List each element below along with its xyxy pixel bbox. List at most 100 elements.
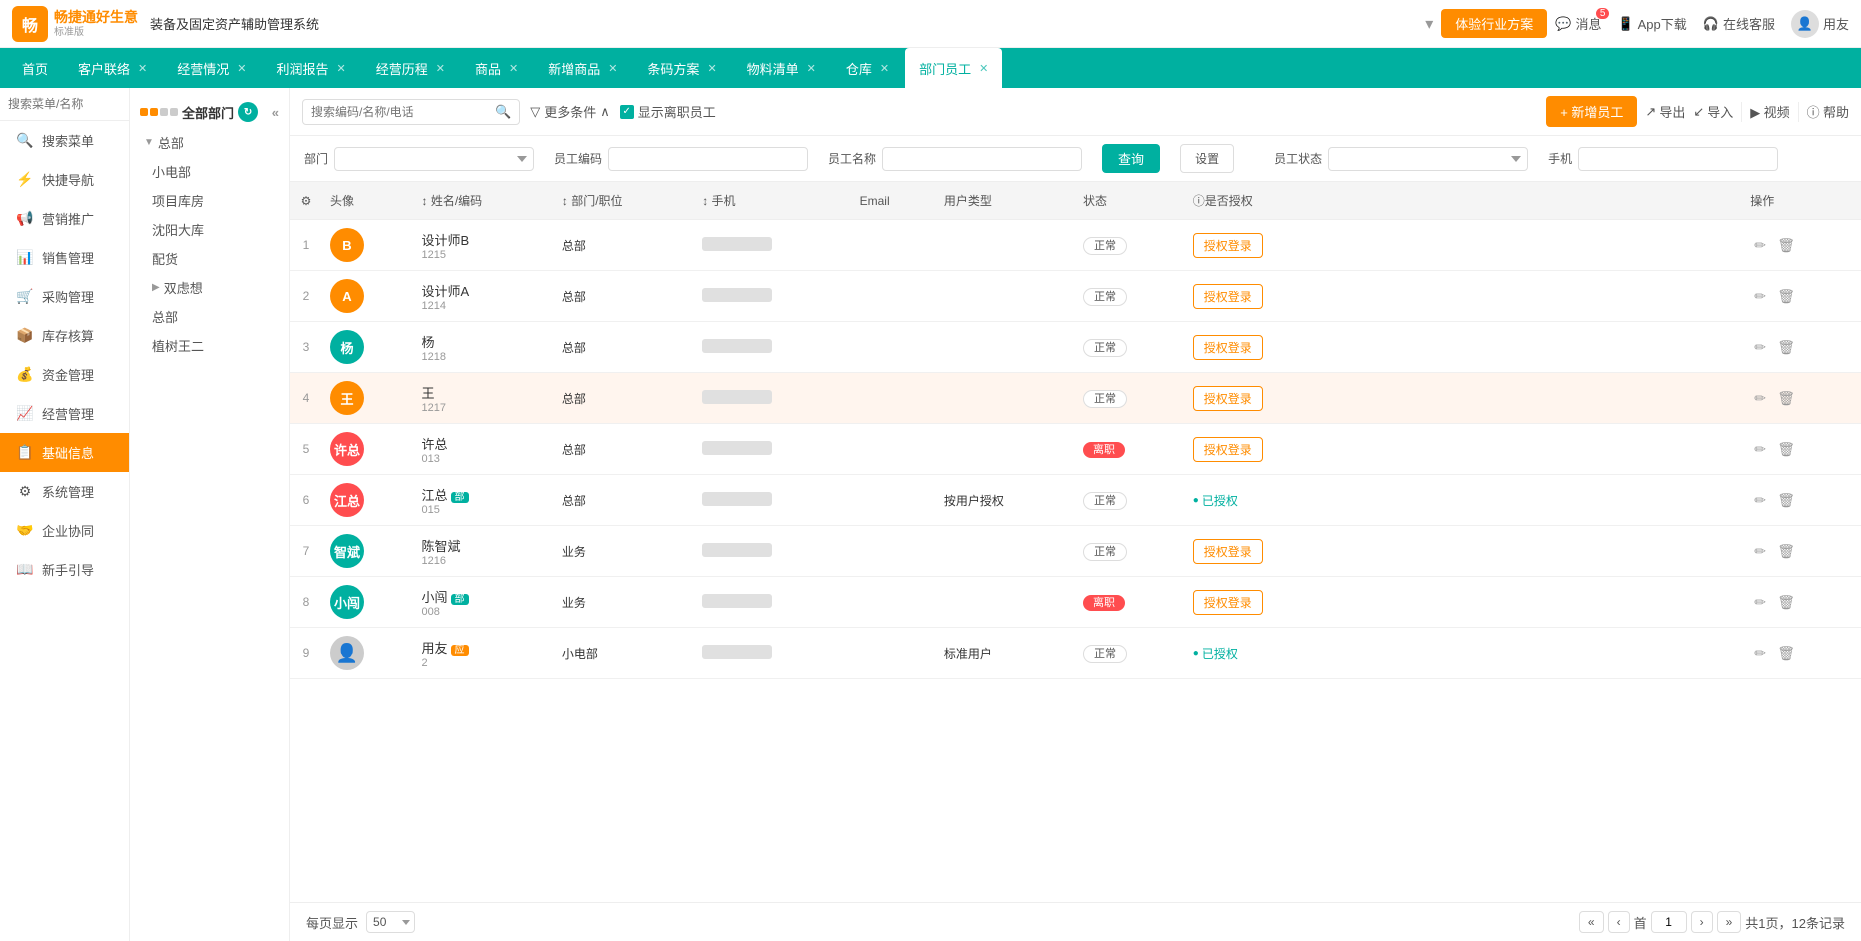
sidebar-item-guide[interactable]: 📖 新手引导 bbox=[0, 550, 129, 589]
close-icon[interactable]: ✕ bbox=[509, 62, 518, 75]
close-icon[interactable]: ✕ bbox=[138, 62, 147, 75]
col-name[interactable]: ↕ 姓名/编码 bbox=[414, 182, 554, 220]
search-input[interactable] bbox=[311, 105, 491, 119]
dept-node-shuangluxiang[interactable]: ▶ 双虑想 bbox=[130, 273, 289, 302]
sidebar-item-basic[interactable]: 📋 基础信息 bbox=[0, 433, 129, 472]
import-button[interactable]: ↙ 导入 bbox=[1693, 102, 1733, 121]
authorize-button[interactable]: 授权登录 bbox=[1193, 539, 1263, 564]
sidebar-item-system[interactable]: ⚙ 系统管理 bbox=[0, 472, 129, 511]
close-icon[interactable]: ✕ bbox=[436, 62, 445, 75]
dept-select[interactable] bbox=[334, 147, 534, 171]
dept-node-zongbu[interactable]: 总部 bbox=[130, 302, 289, 331]
tab-department[interactable]: 部门员工 ✕ bbox=[905, 48, 1002, 88]
sidebar-item-collab[interactable]: 🤝 企业协同 bbox=[0, 511, 129, 550]
tab-new-goods[interactable]: 新增商品 ✕ bbox=[534, 48, 631, 88]
tab-goods[interactable]: 商品 ✕ bbox=[461, 48, 532, 88]
page-size-select[interactable]: 50 100 bbox=[366, 911, 415, 933]
close-icon[interactable]: ✕ bbox=[237, 62, 246, 75]
delete-button[interactable]: 🗑 bbox=[1773, 235, 1799, 256]
dept-node-peihuo[interactable]: 配货 bbox=[130, 244, 289, 273]
prev-page-button[interactable]: ‹ bbox=[1608, 911, 1630, 933]
close-icon[interactable]: ✕ bbox=[608, 62, 617, 75]
edit-button[interactable]: ✏ bbox=[1750, 643, 1770, 664]
dept-node-xiangmukufang[interactable]: 项目库房 bbox=[130, 186, 289, 215]
phone-input[interactable] bbox=[1578, 147, 1778, 171]
dept-refresh-button[interactable]: ↻ bbox=[238, 102, 258, 122]
dept-collapse-button[interactable]: « bbox=[272, 105, 279, 120]
close-icon[interactable]: ✕ bbox=[707, 62, 716, 75]
dept-node-shenyang[interactable]: 沈阳大库 bbox=[130, 215, 289, 244]
tab-home[interactable]: 首页 bbox=[8, 48, 62, 88]
first-page-button[interactable]: « bbox=[1579, 911, 1604, 933]
add-employee-button[interactable]: + 新增员工 bbox=[1546, 96, 1637, 127]
authorize-button[interactable]: 授权登录 bbox=[1193, 386, 1263, 411]
edit-button[interactable]: ✏ bbox=[1750, 592, 1770, 613]
authorize-button[interactable]: 授权登录 bbox=[1193, 233, 1263, 258]
delete-button[interactable]: 🗑 bbox=[1773, 337, 1799, 358]
close-icon[interactable]: ✕ bbox=[880, 62, 889, 75]
delete-button[interactable]: 🗑 bbox=[1773, 439, 1799, 460]
close-icon[interactable]: ✕ bbox=[807, 62, 816, 75]
tab-customer[interactable]: 客户联络 ✕ bbox=[64, 48, 161, 88]
tab-bom[interactable]: 物料清单 ✕ bbox=[733, 48, 830, 88]
delete-button[interactable]: 🗑 bbox=[1773, 388, 1799, 409]
delete-button[interactable]: 🗑 bbox=[1773, 643, 1799, 664]
tab-profit[interactable]: 利润报告 ✕ bbox=[262, 48, 359, 88]
dept-node-zongbu-root[interactable]: ▼ 总部 bbox=[130, 128, 289, 157]
trial-button[interactable]: 体验行业方案 bbox=[1441, 9, 1547, 38]
message-button[interactable]: 💬 消息 5 bbox=[1555, 14, 1601, 33]
page-number-input[interactable] bbox=[1651, 911, 1687, 933]
sidebar-item-search[interactable]: 🔍 搜索菜单 bbox=[0, 121, 129, 160]
tab-history[interactable]: 经营历程 ✕ bbox=[362, 48, 459, 88]
col-dept[interactable]: ↕ 部门/职位 bbox=[554, 182, 694, 220]
edit-button[interactable]: ✏ bbox=[1750, 388, 1770, 409]
sidebar-item-sales[interactable]: 📊 销售管理 bbox=[0, 238, 129, 277]
view-button[interactable]: ▶ 视频 bbox=[1750, 102, 1789, 121]
system-name-dropdown[interactable]: ▾ bbox=[1425, 14, 1433, 34]
sidebar-item-inventory[interactable]: 📦 库存核算 bbox=[0, 316, 129, 355]
help-button[interactable]: ⓘ 帮助 bbox=[1807, 102, 1849, 121]
emp-name-input[interactable] bbox=[882, 147, 1082, 171]
authorize-button[interactable]: 授权登录 bbox=[1193, 335, 1263, 360]
col-settings[interactable]: ⚙ bbox=[290, 182, 322, 220]
sidebar-item-finance[interactable]: 💰 资金管理 bbox=[0, 355, 129, 394]
edit-button[interactable]: ✏ bbox=[1750, 541, 1770, 562]
edit-button[interactable]: ✏ bbox=[1750, 337, 1770, 358]
tab-barcode[interactable]: 条码方案 ✕ bbox=[633, 48, 730, 88]
app-download-button[interactable]: 📱 App下载 bbox=[1617, 14, 1686, 33]
search-filter-button[interactable]: 查询 bbox=[1102, 144, 1160, 173]
last-page-button[interactable]: » bbox=[1717, 911, 1742, 933]
edit-button[interactable]: ✏ bbox=[1750, 235, 1770, 256]
delete-button[interactable]: 🗑 bbox=[1773, 592, 1799, 613]
delete-button[interactable]: 🗑 bbox=[1773, 286, 1799, 307]
settings-button[interactable]: 设置 bbox=[1180, 144, 1234, 173]
next-page-button[interactable]: › bbox=[1691, 911, 1713, 933]
dept-node-zhishu[interactable]: 植树王二 bbox=[130, 331, 289, 360]
edit-button[interactable]: ✏ bbox=[1750, 490, 1770, 511]
close-icon[interactable]: ✕ bbox=[979, 62, 988, 75]
sidebar-search-input[interactable] bbox=[8, 97, 130, 111]
edit-button[interactable]: ✏ bbox=[1750, 439, 1770, 460]
status-select[interactable] bbox=[1328, 147, 1528, 171]
dept-node-xiaodibu[interactable]: 小电部 bbox=[130, 157, 289, 186]
user-menu[interactable]: 👤 用友 bbox=[1791, 10, 1849, 38]
authorize-button[interactable]: 授权登录 bbox=[1193, 590, 1263, 615]
tab-warehouse[interactable]: 仓库 ✕ bbox=[832, 48, 903, 88]
col-phone[interactable]: ↕ 手机 bbox=[694, 182, 851, 220]
sidebar-item-marketing[interactable]: 📢 营销推广 bbox=[0, 199, 129, 238]
delete-button[interactable]: 🗑 bbox=[1773, 490, 1799, 511]
sidebar-item-management[interactable]: 📈 经营管理 bbox=[0, 394, 129, 433]
show-dismissed-toggle[interactable]: ✓ 显示离职员工 bbox=[620, 102, 716, 121]
close-icon[interactable]: ✕ bbox=[337, 62, 346, 75]
emp-code-input[interactable] bbox=[608, 147, 808, 171]
export-button[interactable]: ↗ 导出 bbox=[1645, 102, 1685, 121]
authorize-button[interactable]: 授权登录 bbox=[1193, 284, 1263, 309]
more-filter-button[interactable]: ▽ 更多条件 ∧ bbox=[530, 102, 610, 121]
online-service-button[interactable]: 🎧 在线客服 bbox=[1703, 14, 1775, 33]
edit-button[interactable]: ✏ bbox=[1750, 286, 1770, 307]
sidebar-item-quicknav[interactable]: ⚡ 快捷导航 bbox=[0, 160, 129, 199]
tab-operation[interactable]: 经营情况 ✕ bbox=[163, 48, 260, 88]
sidebar-item-purchase[interactable]: 🛒 采购管理 bbox=[0, 277, 129, 316]
authorize-button[interactable]: 授权登录 bbox=[1193, 437, 1263, 462]
delete-button[interactable]: 🗑 bbox=[1773, 541, 1799, 562]
